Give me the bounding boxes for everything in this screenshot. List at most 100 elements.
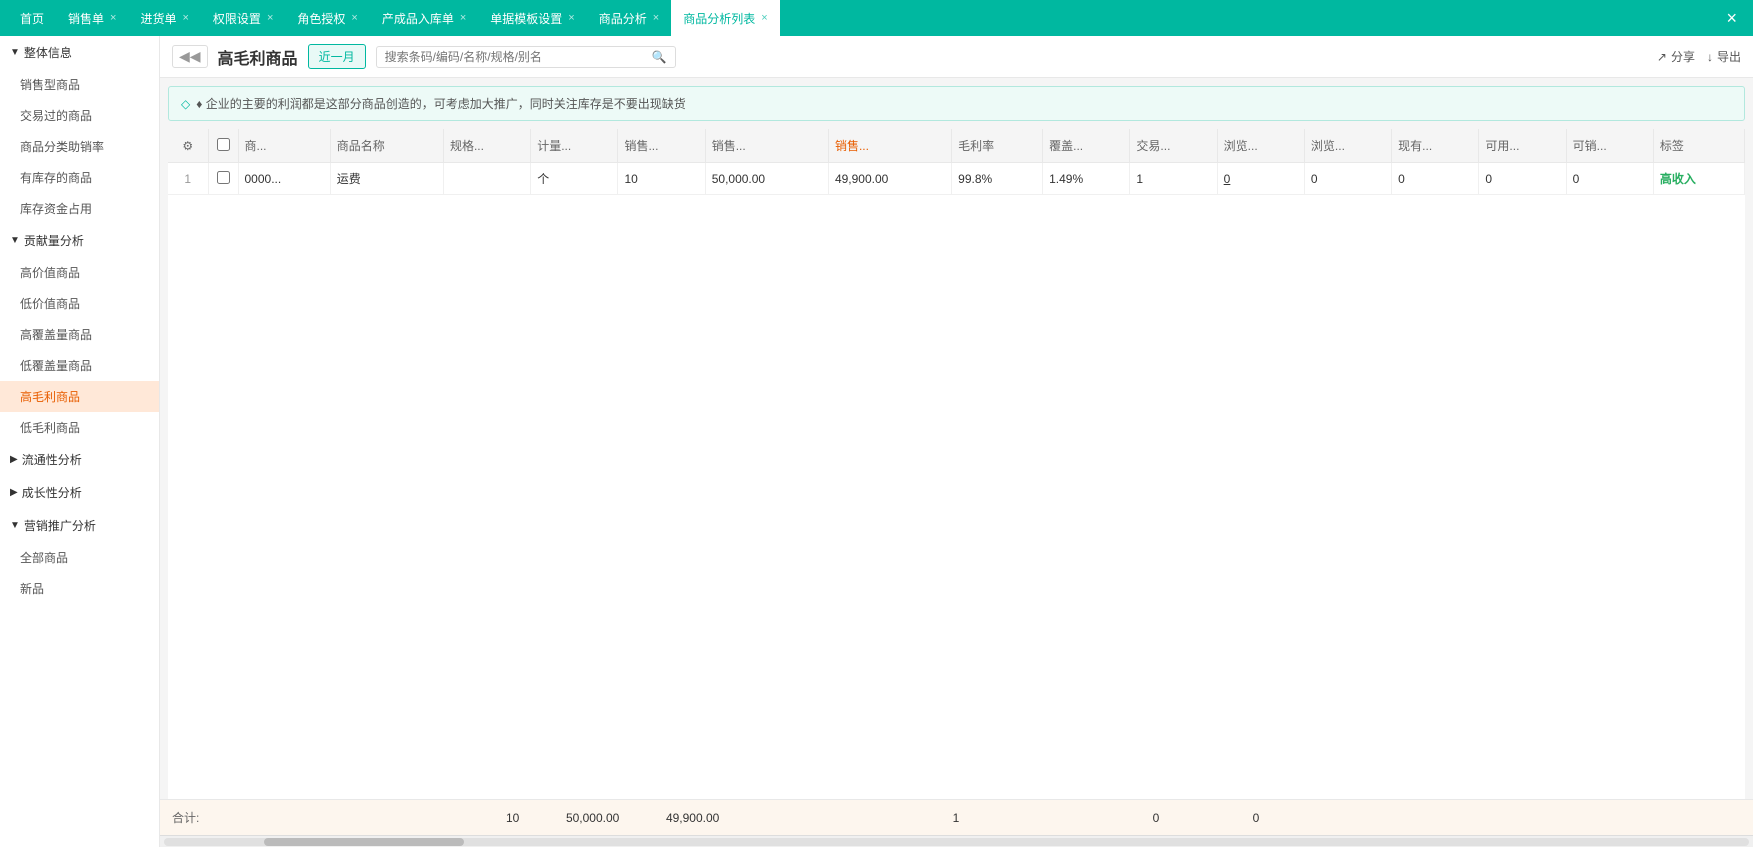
cell-transaction: 1: [1130, 163, 1217, 195]
col-header-settings[interactable]: ⚙: [168, 129, 208, 163]
nav-item-permissions[interactable]: 权限设置 ×: [201, 0, 285, 36]
sidebar-item-high-value[interactable]: 高价值商品: [0, 257, 159, 288]
nav-item-sales[interactable]: 销售单 ×: [56, 0, 128, 36]
horizontal-scrollbar[interactable]: [160, 835, 1753, 847]
col-header-code[interactable]: 商...: [238, 129, 330, 163]
close-icon[interactable]: ×: [267, 12, 273, 24]
close-icon[interactable]: ×: [110, 12, 116, 24]
close-icon[interactable]: ×: [568, 12, 574, 24]
cell-index: 1: [168, 163, 208, 195]
col-header-available-stock[interactable]: 可用...: [1479, 129, 1566, 163]
tag-label: 高收入: [1660, 172, 1696, 186]
col-header-sale-profit[interactable]: 销售...: [828, 129, 951, 163]
nav-item-analysis[interactable]: 商品分析 ×: [587, 0, 671, 36]
cell-code: 0000...: [238, 163, 330, 195]
close-all-button[interactable]: ×: [1718, 8, 1745, 29]
collapse-arrow-icon: ▶: [10, 454, 18, 465]
nav-item-purchase[interactable]: 进货单 ×: [128, 0, 200, 36]
footer-sale-amount: 50,000.00: [539, 811, 619, 825]
sidebar-item-high-margin[interactable]: 高毛利商品: [0, 381, 159, 412]
view1-link[interactable]: 0: [1224, 172, 1231, 186]
sidebar-item-traded-goods[interactable]: 交易过的商品: [0, 100, 159, 131]
sidebar-item-capital-occupation[interactable]: 库存资金占用: [0, 193, 159, 224]
share-label: 分享: [1671, 48, 1695, 65]
col-header-sale-qty[interactable]: 销售...: [618, 129, 705, 163]
share-button[interactable]: ↗ 分享: [1657, 48, 1695, 65]
col-header-check[interactable]: [208, 129, 238, 163]
page-title: 高毛利商品: [218, 45, 298, 69]
nav-label-analysis: 商品分析: [599, 10, 647, 27]
collapse-arrow-icon: ▶: [10, 487, 18, 498]
sidebar-item-new-goods[interactable]: 新品: [0, 573, 159, 604]
share-icon: ↗: [1657, 50, 1667, 64]
col-header-current-stock[interactable]: 现有...: [1392, 129, 1479, 163]
sidebar-group-contribution[interactable]: ▼ 贡献量分析: [0, 224, 159, 257]
col-header-view1[interactable]: 浏览...: [1217, 129, 1304, 163]
cell-view1[interactable]: 0: [1217, 163, 1304, 195]
cell-available-stock: 0: [1479, 163, 1566, 195]
cell-saleable-stock: 0: [1566, 163, 1653, 195]
close-icon[interactable]: ×: [761, 12, 767, 24]
sidebar-item-all-goods[interactable]: 全部商品: [0, 542, 159, 573]
nav-label-analysis-list: 商品分析列表: [683, 10, 755, 27]
col-header-view2[interactable]: 浏览...: [1304, 129, 1391, 163]
sidebar-group-circulation[interactable]: ▶ 流通性分析: [0, 443, 159, 476]
col-header-sale-amount[interactable]: 销售...: [705, 129, 828, 163]
collapse-arrow-icon: ▼: [10, 235, 20, 246]
sidebar-item-low-value[interactable]: 低价值商品: [0, 288, 159, 319]
nav-label-purchase: 进货单: [140, 10, 176, 27]
sidebar-group-growth[interactable]: ▶ 成长性分析: [0, 476, 159, 509]
select-all-checkbox[interactable]: [217, 138, 230, 151]
cell-check[interactable]: [208, 163, 238, 195]
sidebar-group-overall[interactable]: ▼ 整体信息: [0, 36, 159, 69]
col-header-coverage[interactable]: 覆盖...: [1043, 129, 1130, 163]
footer-transaction: 1: [879, 811, 959, 825]
col-header-saleable-stock[interactable]: 可销...: [1566, 129, 1653, 163]
sidebar-group-contribution-label: 贡献量分析: [24, 232, 84, 249]
info-text: ♦ 企业的主要的利润都是这部分商品创造的，可考虑加大推广，同时关注库存是不要出现…: [196, 95, 685, 112]
sidebar-item-in-stock[interactable]: 有库存的商品: [0, 162, 159, 193]
close-icon[interactable]: ×: [460, 12, 466, 24]
table-header-row: ⚙ 商... 商品名称 规格... 计量... 销售... 销售... 销售..…: [168, 129, 1745, 163]
cell-spec: [443, 163, 530, 195]
nav-label-permissions: 权限设置: [213, 10, 261, 27]
search-input[interactable]: [385, 50, 648, 64]
sidebar-collapse-button[interactable]: ◀◀: [172, 45, 208, 68]
footer-current-stock: 0: [1079, 811, 1159, 825]
nav-item-home[interactable]: 首页: [8, 0, 56, 36]
nav-item-template[interactable]: 单据模板设置 ×: [478, 0, 586, 36]
export-button[interactable]: ↓ 导出: [1707, 48, 1741, 65]
nav-item-analysis-list[interactable]: 商品分析列表 ×: [671, 0, 779, 36]
close-icon[interactable]: ×: [351, 12, 357, 24]
col-header-transaction[interactable]: 交易...: [1130, 129, 1217, 163]
cell-sale-profit: 49,900.00: [828, 163, 951, 195]
sidebar-item-low-margin[interactable]: 低毛利商品: [0, 412, 159, 443]
col-header-unit[interactable]: 计量...: [531, 129, 618, 163]
col-header-tag[interactable]: 标签: [1653, 129, 1744, 163]
filter-recent-month-button[interactable]: 近一月: [308, 44, 366, 69]
data-table: ⚙ 商... 商品名称 规格... 计量... 销售... 销售... 销售..…: [168, 129, 1745, 195]
sidebar-item-category-rate[interactable]: 商品分类助销率: [0, 131, 159, 162]
table-row: 1 0000... 运费 个 10 50,000.00 49,900.00 99…: [168, 163, 1745, 195]
sidebar-item-low-coverage[interactable]: 低覆盖量商品: [0, 350, 159, 381]
sidebar-group-marketing[interactable]: ▼ 营销推广分析: [0, 509, 159, 542]
footer-available-stock: 0: [1179, 811, 1259, 825]
col-header-spec[interactable]: 规格...: [443, 129, 530, 163]
data-table-container: ⚙ 商... 商品名称 规格... 计量... 销售... 销售... 销售..…: [168, 129, 1745, 799]
nav-item-roles[interactable]: 角色授权 ×: [285, 0, 369, 36]
close-icon[interactable]: ×: [182, 12, 188, 24]
sidebar-group-overall-label: 整体信息: [24, 44, 72, 61]
nav-item-stock-in[interactable]: 产成品入库单 ×: [370, 0, 478, 36]
sidebar: ▼ 整体信息 销售型商品 交易过的商品 商品分类助销率 有库存的商品 库存资金占…: [0, 36, 160, 847]
cell-view2: 0: [1304, 163, 1391, 195]
sidebar-group-marketing-label: 营销推广分析: [24, 517, 96, 534]
col-header-name[interactable]: 商品名称: [330, 129, 443, 163]
sidebar-item-high-coverage[interactable]: 高覆盖量商品: [0, 319, 159, 350]
search-icon[interactable]: 🔍: [652, 50, 667, 64]
close-icon[interactable]: ×: [653, 12, 659, 24]
scroll-thumb[interactable]: [264, 838, 464, 846]
row-checkbox[interactable]: [217, 171, 230, 184]
cell-current-stock: 0: [1392, 163, 1479, 195]
sidebar-item-sales-goods[interactable]: 销售型商品: [0, 69, 159, 100]
col-header-gross-margin[interactable]: 毛利率: [952, 129, 1043, 163]
